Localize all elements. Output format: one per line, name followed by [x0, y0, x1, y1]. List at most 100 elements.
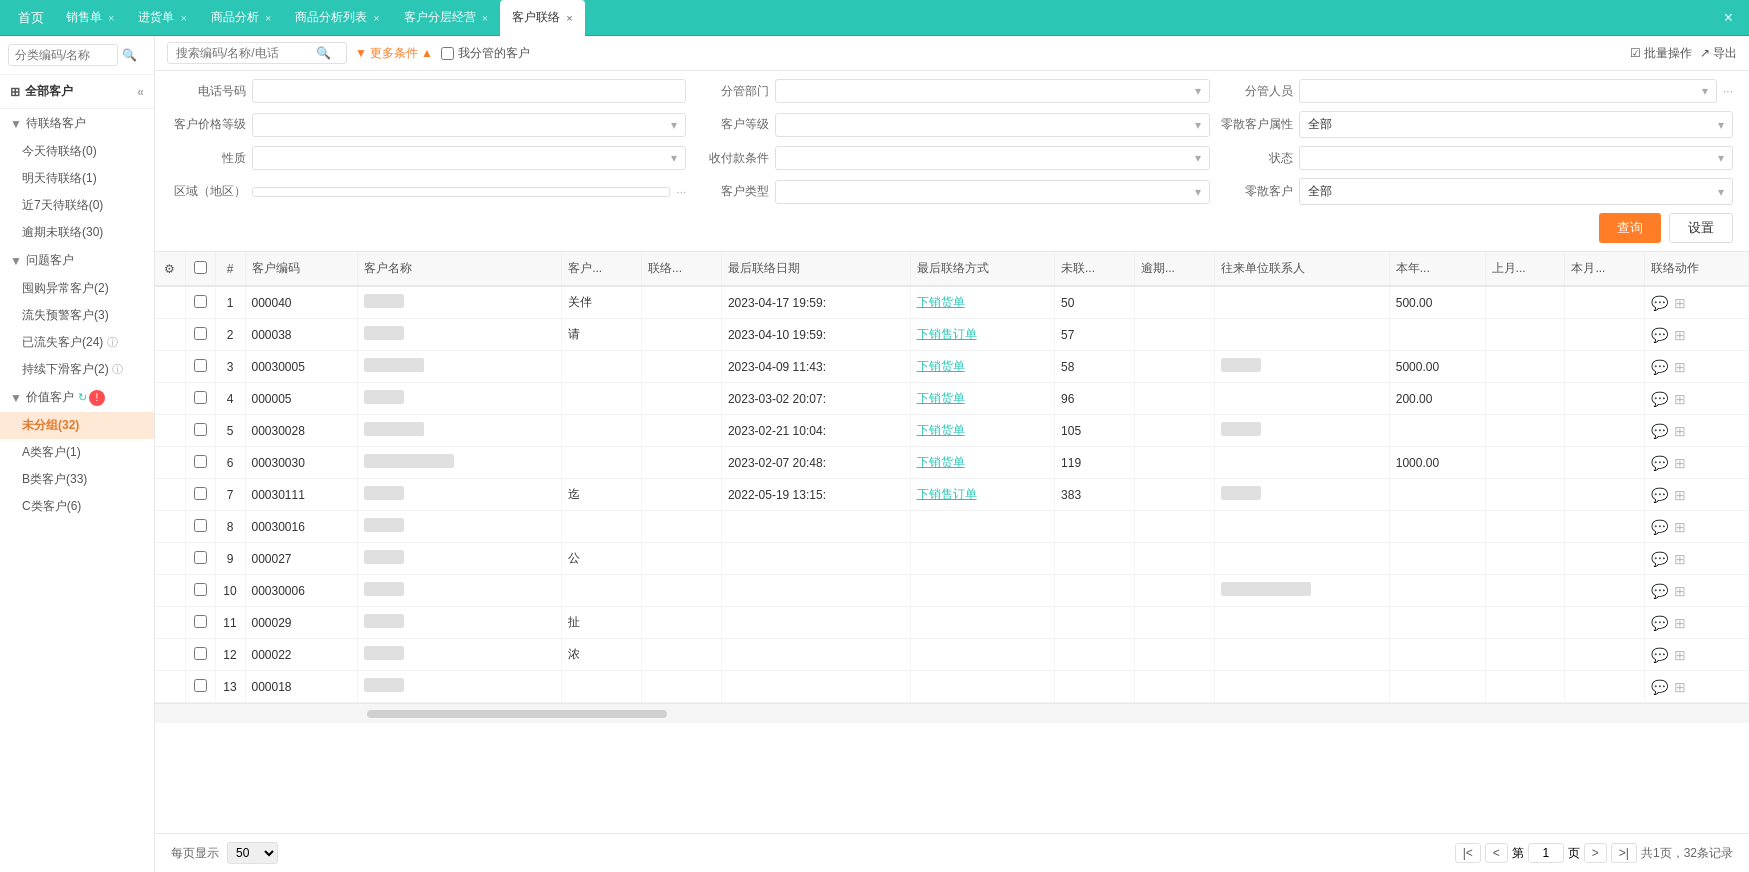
close-tab-analysis[interactable]: × — [265, 12, 271, 24]
sidebar-section-value[interactable]: ▼ 价值客户 ↻ ! — [0, 383, 154, 412]
close-tab-purchase[interactable]: × — [180, 12, 186, 24]
nav-home[interactable]: 首页 — [8, 9, 54, 27]
price-level-select[interactable]: ▾ — [252, 113, 686, 137]
row-checkbox[interactable] — [194, 359, 207, 372]
sidebar-all-customers[interactable]: ⊞ 全部客户 « — [0, 75, 154, 109]
customer-level-select[interactable]: ▾ — [775, 113, 1209, 137]
chat-icon[interactable]: 💬 — [1651, 455, 1668, 471]
th-partner-contact[interactable]: 往来单位联系人 — [1214, 252, 1389, 286]
sidebar-item-class-c[interactable]: C类客户(6) — [0, 493, 154, 520]
chat-icon[interactable]: 💬 — [1651, 359, 1668, 375]
retail-attr-select[interactable]: 全部 ▾ — [1299, 111, 1733, 138]
th-settings[interactable]: ⚙ — [155, 252, 185, 286]
query-button[interactable]: 查询 — [1599, 213, 1661, 243]
next-page-btn[interactable]: > — [1584, 843, 1607, 863]
chat-icon[interactable]: 💬 — [1651, 583, 1668, 599]
search-input[interactable] — [176, 46, 316, 60]
row-checkbox[interactable] — [194, 679, 207, 692]
sidebar-item-class-b[interactable]: B类客户(33) — [0, 466, 154, 493]
grid-action-icon[interactable]: ⊞ — [1674, 423, 1686, 439]
chat-icon[interactable]: 💬 — [1651, 295, 1668, 311]
sidebar-search-icon[interactable]: 🔍 — [122, 48, 137, 62]
th-last-month[interactable]: 上月... — [1485, 252, 1565, 286]
row-checkbox[interactable] — [194, 487, 207, 500]
sidebar-item-abnormal[interactable]: 囤购异常客户(2) — [0, 275, 154, 302]
sidebar-section-pending[interactable]: ▼ 待联络客户 — [0, 109, 154, 138]
sidebar-item-class-a[interactable]: A类客户(1) — [0, 439, 154, 466]
row-checkbox[interactable] — [194, 615, 207, 628]
chat-icon[interactable]: 💬 — [1651, 327, 1668, 343]
nav-tab-customer-contact[interactable]: 客户联络 × — [500, 0, 584, 36]
grid-action-icon[interactable]: ⊞ — [1674, 327, 1686, 343]
sidebar-item-overdue[interactable]: 逾期未联络(30) — [0, 219, 154, 246]
first-page-btn[interactable]: |< — [1455, 843, 1481, 863]
close-tab-sales[interactable]: × — [108, 12, 114, 24]
nav-tab-purchase[interactable]: 进货单 × — [126, 0, 198, 36]
chat-icon[interactable]: 💬 — [1651, 615, 1668, 631]
region-select[interactable] — [252, 187, 670, 197]
export-btn[interactable]: ↗ 导出 — [1700, 45, 1737, 62]
sidebar-item-ungrouped[interactable]: 未分组(32) — [0, 412, 154, 439]
grid-action-icon[interactable]: ⊞ — [1674, 583, 1686, 599]
sidebar-item-7days[interactable]: 近7天待联络(0) — [0, 192, 154, 219]
grid-action-icon[interactable]: ⊞ — [1674, 519, 1686, 535]
nav-tab-analysis-list[interactable]: 商品分析列表 × — [283, 0, 391, 36]
th-checkbox[interactable] — [185, 252, 215, 286]
close-tab-customer-mgmt[interactable]: × — [482, 12, 488, 24]
region-ellipsis[interactable]: ··· — [676, 185, 686, 199]
chat-icon[interactable]: 💬 — [1651, 647, 1668, 663]
row-checkbox[interactable] — [194, 647, 207, 660]
row-checkbox[interactable] — [194, 391, 207, 404]
grid-action-icon[interactable]: ⊞ — [1674, 295, 1686, 311]
collapse-icon[interactable]: « — [137, 85, 144, 99]
th-overdue[interactable]: 逾期... — [1134, 252, 1214, 286]
nav-tab-sales[interactable]: 销售单 × — [54, 0, 126, 36]
grid-action-icon[interactable]: ⊞ — [1674, 391, 1686, 407]
customer-type-select[interactable]: ▾ — [775, 180, 1209, 204]
chat-icon[interactable]: 💬 — [1651, 423, 1668, 439]
grid-action-icon[interactable]: ⊞ — [1674, 359, 1686, 375]
phone-input[interactable] — [252, 79, 686, 103]
window-close-button[interactable]: × — [1716, 9, 1741, 27]
nav-tab-customer-mgmt[interactable]: 客户分层经营 × — [392, 0, 500, 36]
row-checkbox[interactable] — [194, 551, 207, 564]
more-conditions-btn[interactable]: ▼ 更多条件 ▲ — [355, 45, 433, 62]
my-customers-check[interactable] — [441, 47, 454, 60]
sidebar-item-declining[interactable]: 持续下滑客户(2) ⓘ — [0, 356, 154, 383]
row-checkbox[interactable] — [194, 327, 207, 340]
grid-action-icon[interactable]: ⊞ — [1674, 615, 1686, 631]
th-no-contact-days[interactable]: 未联... — [1055, 252, 1135, 286]
sidebar-item-tomorrow[interactable]: 明天待联络(1) — [0, 165, 154, 192]
grid-action-icon[interactable]: ⊞ — [1674, 487, 1686, 503]
chat-icon[interactable]: 💬 — [1651, 487, 1668, 503]
prev-page-btn[interactable]: < — [1485, 843, 1508, 863]
chat-icon[interactable]: 💬 — [1651, 679, 1668, 695]
th-this-year[interactable]: 本年... — [1389, 252, 1485, 286]
manager-select[interactable]: ▾ — [1299, 79, 1717, 103]
retail-select[interactable]: 全部 ▾ — [1299, 178, 1733, 205]
chat-icon[interactable]: 💬 — [1651, 551, 1668, 567]
nature-select[interactable]: ▾ — [252, 146, 686, 170]
th-customer-code[interactable]: 客户编码 — [245, 252, 358, 286]
th-last-contact-method[interactable]: 最后联络方式 — [910, 252, 1054, 286]
sidebar-item-churned[interactable]: 已流失客户(24) ⓘ — [0, 329, 154, 356]
row-checkbox[interactable] — [194, 519, 207, 532]
sidebar-item-churn-warning[interactable]: 流失预警客户(3) — [0, 302, 154, 329]
refresh-icon[interactable]: ↻ — [78, 391, 87, 404]
page-size-select[interactable]: 50 20 100 — [227, 842, 278, 864]
page-number-input[interactable] — [1528, 843, 1564, 863]
row-checkbox[interactable] — [194, 295, 207, 308]
batch-operations-btn[interactable]: ☑ 批量操作 — [1630, 45, 1692, 62]
status-select[interactable]: ▾ — [1299, 146, 1733, 170]
dept-select[interactable]: ▾ — [775, 79, 1209, 103]
sidebar-section-problem[interactable]: ▼ 问题客户 — [0, 246, 154, 275]
th-last-contact-date[interactable]: 最后联络日期 — [721, 252, 910, 286]
grid-action-icon[interactable]: ⊞ — [1674, 679, 1686, 695]
close-tab-customer-contact[interactable]: × — [566, 12, 572, 24]
grid-action-icon[interactable]: ⊞ — [1674, 551, 1686, 567]
chat-icon[interactable]: 💬 — [1651, 519, 1668, 535]
th-customer-name[interactable]: 客户名称 — [358, 252, 562, 286]
row-checkbox[interactable] — [194, 423, 207, 436]
close-tab-analysis-list[interactable]: × — [373, 12, 379, 24]
row-checkbox[interactable] — [194, 583, 207, 596]
